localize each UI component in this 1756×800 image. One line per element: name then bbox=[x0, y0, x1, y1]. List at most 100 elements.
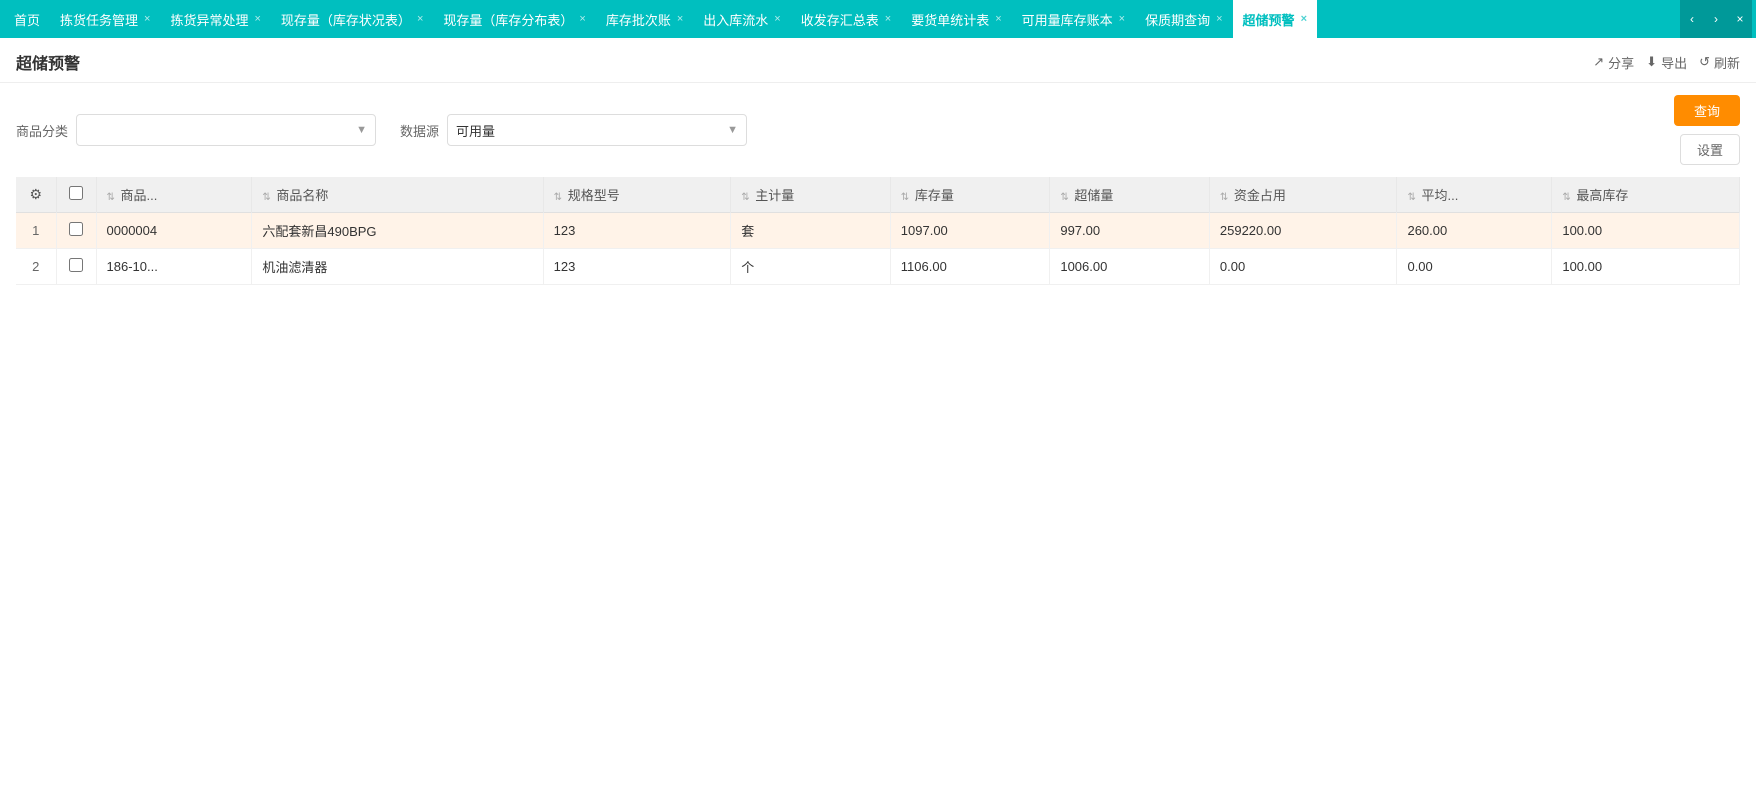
nav-tab-tab-6[interactable]: 出入库流水× bbox=[693, 0, 790, 38]
product-overflow: 997.00 bbox=[1050, 213, 1210, 249]
category-label: 商品分类 bbox=[16, 121, 68, 140]
datasource-select[interactable]: 可用量 ▼ bbox=[447, 114, 747, 146]
refresh-button[interactable]: ↺ 刷新 bbox=[1699, 53, 1740, 72]
close-icon[interactable]: × bbox=[885, 13, 891, 25]
row-checkbox-cell[interactable] bbox=[56, 213, 96, 249]
product-avg: 260.00 bbox=[1397, 213, 1552, 249]
product-name: 机油滤清器 bbox=[252, 249, 543, 285]
close-icon[interactable]: × bbox=[254, 13, 260, 25]
sort-icon-7: ⇅ bbox=[1220, 192, 1228, 203]
product-id: 186-10... bbox=[96, 249, 252, 285]
product-max-stock: 100.00 bbox=[1552, 249, 1740, 285]
close-icon[interactable]: × bbox=[417, 13, 423, 25]
close-icon[interactable]: × bbox=[1119, 13, 1125, 25]
sort-icon: ⇅ bbox=[107, 192, 115, 203]
product-overflow: 1006.00 bbox=[1050, 249, 1210, 285]
table-header-overflow[interactable]: ⇅ 超储量 bbox=[1050, 177, 1210, 213]
table-header-capital[interactable]: ⇅ 资金占用 bbox=[1209, 177, 1397, 213]
datasource-label: 数据源 bbox=[400, 121, 439, 140]
close-icon[interactable]: × bbox=[995, 13, 1001, 25]
product-capital: 0.00 bbox=[1209, 249, 1397, 285]
share-button[interactable]: ↗ 分享 bbox=[1593, 53, 1634, 72]
table-header-spec[interactable]: ⇅ 规格型号 bbox=[543, 177, 731, 213]
sort-icon-2: ⇅ bbox=[262, 192, 270, 203]
nav-home[interactable]: 首页 bbox=[4, 0, 50, 38]
table-header-unit[interactable]: ⇅ 主计量 bbox=[731, 177, 891, 213]
nav-tab-tab-1[interactable]: 拣货任务管理× bbox=[50, 0, 160, 38]
close-icon[interactable]: × bbox=[677, 13, 683, 25]
product-max-stock: 100.00 bbox=[1552, 213, 1740, 249]
select-all-checkbox[interactable] bbox=[69, 186, 83, 200]
nav-tab-tab-10[interactable]: 保质期查询× bbox=[1135, 0, 1232, 38]
table-header-row: ⚙ ⇅ 商品... ⇅ 商品名称 ⇅ 规格型号 bbox=[16, 177, 1740, 213]
refresh-icon: ↺ bbox=[1699, 54, 1710, 70]
close-icon[interactable]: × bbox=[1216, 13, 1222, 25]
product-unit: 个 bbox=[731, 249, 891, 285]
nav-tab-tab-4[interactable]: 现存量（库存分布表）× bbox=[433, 0, 595, 38]
category-select[interactable]: ▼ bbox=[76, 114, 376, 146]
datasource-value: 可用量 bbox=[456, 121, 495, 140]
row-checkbox[interactable] bbox=[69, 222, 83, 236]
page-container: 超储预警 ↗ 分享 ⬇ 导出 ↺ 刷新 商品分类 ▼ 数据源 bbox=[0, 38, 1756, 800]
export-icon: ⬇ bbox=[1646, 54, 1657, 70]
gear-icon: ⚙ bbox=[29, 186, 42, 202]
nav-tab-tab-11[interactable]: 超储预警× bbox=[1233, 0, 1317, 38]
table-container: ⚙ ⇅ 商品... ⇅ 商品名称 ⇅ 规格型号 bbox=[0, 177, 1756, 285]
header-actions: ↗ 分享 ⬇ 导出 ↺ 刷新 bbox=[1593, 53, 1740, 72]
nav-tab-tab-2[interactable]: 拣货异常处理× bbox=[160, 0, 270, 38]
product-capital: 259220.00 bbox=[1209, 213, 1397, 249]
row-checkbox-cell[interactable] bbox=[56, 249, 96, 285]
sort-icon-3: ⇅ bbox=[554, 192, 562, 203]
close-icon[interactable]: × bbox=[579, 13, 585, 25]
table-header-stock[interactable]: ⇅ 库存量 bbox=[890, 177, 1050, 213]
nav-tab-tab-8[interactable]: 要货单统计表× bbox=[901, 0, 1011, 38]
right-buttons: 查询 设置 bbox=[1674, 95, 1740, 165]
nav-arrow-left[interactable]: ‹ bbox=[1680, 0, 1704, 38]
filter-group-datasource: 数据源 可用量 ▼ bbox=[400, 114, 747, 146]
chevron-down-icon: ▼ bbox=[356, 124, 367, 136]
row-checkbox[interactable] bbox=[69, 258, 83, 272]
nav-arrow-right[interactable]: › bbox=[1704, 0, 1728, 38]
filter-area: 商品分类 ▼ 数据源 可用量 ▼ 查询 设置 bbox=[0, 83, 1756, 177]
close-icon[interactable]: × bbox=[774, 13, 780, 25]
nav-tab-tab-3[interactable]: 现存量（库存状况表）× bbox=[271, 0, 433, 38]
sort-icon-6: ⇅ bbox=[1060, 192, 1068, 203]
product-unit: 套 bbox=[731, 213, 891, 249]
table-row: 2 186-10... 机油滤清器 123 个 1106.00 1006.00 … bbox=[16, 249, 1740, 285]
share-icon: ↗ bbox=[1593, 54, 1604, 70]
table-header-settings[interactable]: ⚙ bbox=[16, 177, 56, 213]
nav-tab-tab-7[interactable]: 收发存汇总表× bbox=[791, 0, 901, 38]
sort-icon-9: ⇅ bbox=[1562, 192, 1570, 203]
row-index: 2 bbox=[16, 249, 56, 285]
query-button[interactable]: 查询 bbox=[1674, 95, 1740, 126]
table-header-checkbox[interactable] bbox=[56, 177, 96, 213]
filter-group-category: 商品分类 ▼ bbox=[16, 114, 376, 146]
table-header-max-stock[interactable]: ⇅ 最高库存 bbox=[1552, 177, 1740, 213]
product-avg: 0.00 bbox=[1397, 249, 1552, 285]
settings-button[interactable]: 设置 bbox=[1680, 134, 1740, 165]
export-button[interactable]: ⬇ 导出 bbox=[1646, 53, 1687, 72]
product-name: 六配套新昌490BPG bbox=[252, 213, 543, 249]
chevron-down-icon-2: ▼ bbox=[727, 124, 738, 136]
product-spec: 123 bbox=[543, 249, 731, 285]
close-icon[interactable]: × bbox=[144, 13, 150, 25]
sort-icon-5: ⇅ bbox=[901, 192, 909, 203]
data-table: ⚙ ⇅ 商品... ⇅ 商品名称 ⇅ 规格型号 bbox=[16, 177, 1740, 285]
nav-arrows: ‹ › × bbox=[1680, 0, 1752, 38]
page-header: 超储预警 ↗ 分享 ⬇ 导出 ↺ 刷新 bbox=[0, 38, 1756, 83]
product-stock: 1097.00 bbox=[890, 213, 1050, 249]
nav-tab-tab-5[interactable]: 库存批次账× bbox=[596, 0, 693, 38]
product-spec: 123 bbox=[543, 213, 731, 249]
nav-tab-tab-9[interactable]: 可用量库存账本× bbox=[1012, 0, 1135, 38]
nav-arrow-close[interactable]: × bbox=[1728, 0, 1752, 38]
row-index: 1 bbox=[16, 213, 56, 249]
table-row: 1 0000004 六配套新昌490BPG 123 套 1097.00 997.… bbox=[16, 213, 1740, 249]
sort-icon-8: ⇅ bbox=[1407, 192, 1415, 203]
product-stock: 1106.00 bbox=[890, 249, 1050, 285]
table-header-avg[interactable]: ⇅ 平均... bbox=[1397, 177, 1552, 213]
nav-bar: 首页 拣货任务管理×拣货异常处理×现存量（库存状况表）×现存量（库存分布表）×库… bbox=[0, 0, 1756, 38]
table-header-product-id[interactable]: ⇅ 商品... bbox=[96, 177, 252, 213]
page-title: 超储预警 bbox=[16, 50, 80, 74]
table-header-product-name[interactable]: ⇅ 商品名称 bbox=[252, 177, 543, 213]
close-icon[interactable]: × bbox=[1301, 13, 1307, 25]
